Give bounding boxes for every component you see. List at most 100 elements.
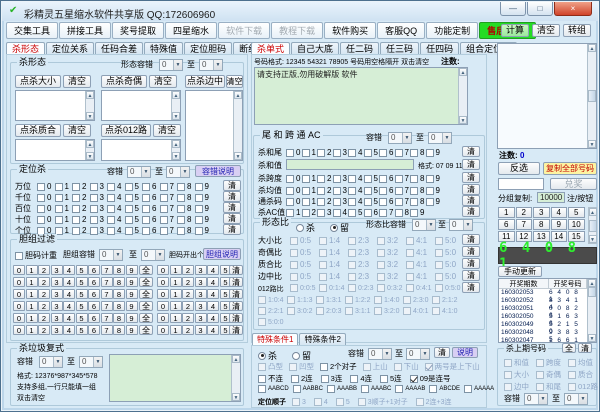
digit-button[interactable]: 3 — [50, 265, 63, 275]
ratio-checkbox[interactable]: 4:1 — [406, 260, 428, 269]
ratio-checkbox[interactable]: 1:2:2 — [345, 296, 371, 304]
page-button[interactable]: 7 — [515, 219, 532, 230]
laji-rongcuo-from-combo[interactable]: 0 ▼ — [39, 356, 63, 368]
scroll-thumb[interactable] — [588, 287, 596, 297]
digit-checkbox[interactable]: 7 — [159, 215, 178, 224]
digit-button[interactable]: 4 — [63, 325, 75, 335]
digit-checkbox[interactable]: 2 — [72, 226, 90, 235]
scroll-down-icon[interactable]: ▼ — [172, 112, 180, 120]
xingtaibi-kill-radio[interactable]: 杀 — [296, 221, 315, 234]
combo-arrow-icon[interactable]: ▼ — [53, 357, 62, 367]
scroll-down-icon[interactable]: ▼ — [588, 334, 596, 342]
clear-row-button[interactable]: 清 — [223, 224, 241, 235]
scroll-up-icon[interactable]: ▲ — [232, 355, 240, 363]
clear-row-button[interactable]: 清 — [462, 282, 480, 293]
digit-button[interactable]: 3 — [50, 301, 63, 311]
shangqi-r-to-combo[interactable]: 0 ▼ — [564, 393, 588, 405]
count-button[interactable]: 3 — [194, 313, 207, 323]
count-button[interactable]: 0 — [157, 277, 169, 287]
clear-row-button[interactable]: 清 — [223, 213, 241, 224]
digit-button[interactable]: 1 — [25, 277, 38, 287]
toolbar-button[interactable]: 客服QQ — [377, 22, 426, 39]
digit-checkbox[interactable]: 9 — [194, 204, 213, 213]
weihekua-rongcuo-to-combo[interactable]: 0 ▼ — [428, 132, 452, 144]
special-checkbox[interactable]: 5连 — [380, 373, 402, 384]
digit-checkbox[interactable]: 3 — [332, 174, 349, 183]
count-button[interactable]: 3 — [194, 265, 207, 275]
digit-checkbox[interactable]: 4 — [348, 186, 364, 195]
prize-check-input[interactable] — [498, 178, 544, 190]
scroll-up-icon[interactable]: ▲ — [459, 68, 467, 76]
calculate-button[interactable]: 计算 — [501, 24, 529, 37]
clear-row-button[interactable]: 清 — [462, 234, 480, 245]
digit-button[interactable]: 0 — [13, 277, 25, 287]
xingtaibi-rongcuo-to-combo[interactable]: 0 ▼ — [449, 219, 473, 231]
clear-row-button[interactable]: 清 — [462, 246, 480, 257]
count-button[interactable]: 4 — [207, 277, 219, 287]
clear-button[interactable]: 清空 — [153, 124, 181, 137]
count-button[interactable]: 4 — [207, 313, 219, 323]
result-listbox[interactable]: ▲ ▼ — [497, 43, 597, 149]
toolbar-button[interactable]: 软件购买 — [324, 22, 377, 39]
ratio-checkbox[interactable]: 2:3 — [348, 236, 370, 245]
scroll-down-icon[interactable]: ▼ — [232, 393, 240, 401]
digit-button[interactable]: 9 — [125, 313, 138, 323]
digit-checkbox[interactable]: 8 — [177, 193, 195, 202]
ratio-checkbox[interactable]: 2:2:1 — [258, 307, 284, 315]
ratio-checkbox[interactable]: 4:1:0 — [432, 307, 458, 315]
clear-row-button[interactable]: 清 — [462, 258, 480, 269]
digit-checkbox[interactable]: 2 — [301, 208, 318, 217]
digit-checkbox[interactable]: 6 — [142, 215, 160, 224]
close-button[interactable]: × — [554, 2, 592, 16]
maximize-button[interactable]: □ — [527, 2, 553, 16]
scroll-up-icon[interactable]: ▲ — [588, 208, 597, 216]
toolbar-button[interactable]: 交集工具 — [6, 22, 59, 39]
clear-button[interactable]: 清 — [578, 343, 592, 353]
count-button[interactable]: 2 — [182, 325, 194, 335]
table-row[interactable]: 160302048 9 3 8 3 5 — [499, 329, 596, 342]
toolbar-button[interactable]: 奖号提取 — [112, 22, 165, 39]
digit-button[interactable]: 0 — [13, 325, 25, 335]
digit-checkbox[interactable]: 5 — [124, 215, 143, 224]
digit-button[interactable]: 5 — [75, 325, 88, 335]
digit-button[interactable]: 2 — [38, 325, 50, 335]
select-all-button[interactable]: 全 — [139, 313, 153, 323]
digit-button[interactable]: 8 — [113, 265, 125, 275]
digit-checkbox[interactable]: 7 — [394, 174, 411, 183]
digit-checkbox[interactable]: 6 — [379, 174, 395, 183]
digit-checkbox[interactable]: 2 — [72, 182, 90, 191]
to-group-button[interactable]: 转组 — [563, 24, 591, 37]
combo-arrow-icon[interactable]: ▼ — [402, 133, 411, 143]
digit-button[interactable]: 6 — [88, 301, 100, 311]
toolbar-button[interactable]: 功能定制 — [426, 22, 479, 39]
ratio-checkbox[interactable]: 3:1:1 — [345, 307, 371, 315]
vertical-scrollbar[interactable]: ▲ ▼ — [233, 91, 242, 160]
digit-checkbox[interactable]: 0 — [286, 197, 302, 206]
special-checkbox[interactable]: 3连 — [320, 373, 342, 384]
special-checkbox[interactable]: 两号是上下山 — [424, 361, 480, 372]
scroll-up-icon[interactable]: ▲ — [86, 140, 94, 148]
copy-all-numbers-button[interactable]: 复制全部号码 — [543, 162, 597, 175]
shangqi-checkbox[interactable]: 均值 — [568, 357, 593, 368]
shangqi-checkbox[interactable]: 012路 — [568, 381, 598, 392]
danzu-rongcuo-from-combo[interactable]: 0 ▼ — [99, 249, 123, 261]
table-row[interactable]: 160302052 8 3 4 1 4 — [499, 297, 596, 311]
digit-checkbox[interactable]: 1 — [54, 215, 73, 224]
clear-row-button[interactable]: 清 — [462, 184, 480, 195]
special-checkbox[interactable]: 2个对子 — [320, 361, 357, 372]
digit-button[interactable]: 2 — [38, 313, 50, 323]
ratio-checkbox[interactable]: 5:0 — [435, 236, 457, 245]
toolbar-button[interactable]: 四星缩水 — [165, 22, 218, 39]
special-checkbox[interactable]: 2连 — [291, 373, 313, 384]
digit-checkbox[interactable]: 9 — [194, 182, 213, 191]
ratio-checkbox[interactable]: 0:4:1 — [406, 284, 432, 292]
digit-checkbox[interactable]: 2 — [317, 174, 333, 183]
page-scrollbar[interactable]: ▲ ▼ — [588, 207, 597, 244]
count-button[interactable]: 4 — [207, 301, 219, 311]
count-button[interactable]: 1 — [169, 313, 182, 323]
scroll-up-icon[interactable]: ▲ — [172, 140, 180, 148]
count-button[interactable]: 2 — [182, 301, 194, 311]
special-checkbox[interactable]: 上山 — [362, 361, 388, 372]
count-button[interactable]: 4 — [207, 265, 219, 275]
special-checkbox[interactable]: AAABC — [361, 385, 391, 393]
